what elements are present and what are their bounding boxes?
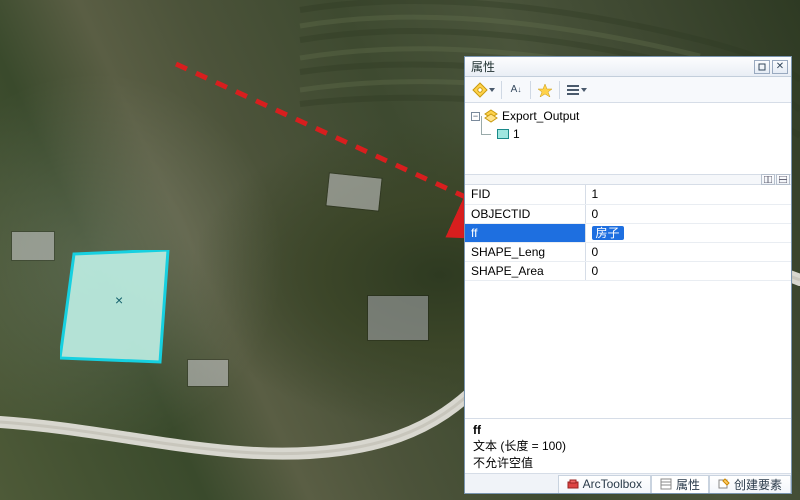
toolbar-separator: [559, 81, 560, 99]
categorize-button[interactable]: [469, 80, 498, 100]
building: [188, 360, 228, 386]
feature-icon: [497, 129, 509, 139]
tree-child-row[interactable]: 1: [471, 125, 785, 143]
info-field-name: ff: [473, 423, 783, 437]
table-row[interactable]: FID 1: [465, 185, 791, 204]
table-row-selected[interactable]: ff 房子: [465, 223, 791, 242]
grid-header-strip: [465, 175, 791, 185]
field-name: SHAPE_Leng: [465, 242, 585, 261]
tree-child-label: 1: [513, 127, 520, 141]
create-features-icon: [718, 478, 730, 490]
dock-tab-arctoolbox[interactable]: ArcToolbox: [558, 475, 651, 493]
field-value[interactable]: 0: [585, 261, 791, 280]
dock-tab-label: 属性: [676, 476, 700, 493]
panel-toolbar: A↓: [465, 77, 791, 103]
selection-centroid-mark: ×: [115, 292, 123, 308]
grid-mode-b-button[interactable]: [776, 174, 790, 185]
dock-tabstrip: ArcToolbox 属性 创建要素: [465, 473, 791, 493]
building: [12, 232, 54, 260]
fields-table[interactable]: FID 1 OBJECTID 0 ff 房子 SHAPE_Leng: [465, 185, 791, 281]
toolbar-separator: [530, 81, 531, 99]
info-field-nullability: 不允许空值: [473, 454, 783, 471]
tree-expander-icon[interactable]: −: [471, 112, 480, 121]
info-field-type: 文本 (长度 = 100): [473, 437, 783, 454]
panel-close-button[interactable]: ✕: [772, 60, 788, 74]
panel-pin-button[interactable]: [754, 60, 770, 74]
map-canvas[interactable]: × 属性 ✕ A↓: [0, 0, 800, 500]
tree-root-label: Export_Output: [502, 109, 579, 123]
field-name: ff: [465, 223, 585, 242]
dropdown-caret-icon: [489, 88, 495, 92]
layer-tree[interactable]: − Export_Output 1: [465, 103, 791, 175]
field-name: OBJECTID: [465, 204, 585, 223]
dock-tab-label: ArcToolbox: [583, 477, 642, 491]
grid-mode-a-button[interactable]: [761, 174, 775, 185]
building: [326, 173, 381, 210]
sort-az-button[interactable]: A↓: [505, 80, 527, 100]
table-row[interactable]: SHAPE_Area 0: [465, 261, 791, 280]
dock-tab-create-features[interactable]: 创建要素: [709, 475, 791, 493]
field-value[interactable]: 1: [585, 185, 791, 204]
dropdown-caret-icon: [581, 88, 587, 92]
dock-tab-properties[interactable]: 属性: [651, 475, 709, 493]
properties-panel: 属性 ✕ A↓: [464, 56, 792, 494]
tree-root-row[interactable]: − Export_Output: [471, 107, 785, 125]
options-button[interactable]: [563, 80, 590, 100]
field-value-editing[interactable]: 房子: [585, 223, 791, 242]
table-row[interactable]: OBJECTID 0: [465, 204, 791, 223]
properties-icon: [660, 478, 672, 490]
field-value[interactable]: 0: [585, 204, 791, 223]
toolbox-icon: [567, 478, 579, 490]
field-info: ff 文本 (长度 = 100) 不允许空值: [465, 418, 791, 473]
panel-title: 属性: [471, 57, 752, 77]
field-grid: FID 1 OBJECTID 0 ff 房子 SHAPE_Leng: [465, 175, 791, 418]
dock-tab-label: 创建要素: [734, 476, 782, 493]
selected-feature-polygon: [60, 250, 170, 366]
table-row[interactable]: SHAPE_Leng 0: [465, 242, 791, 261]
field-name: SHAPE_Area: [465, 261, 585, 280]
building: [368, 296, 428, 340]
field-name: FID: [465, 185, 585, 204]
panel-titlebar[interactable]: 属性 ✕: [465, 57, 791, 77]
field-value[interactable]: 0: [585, 242, 791, 261]
flash-feature-button[interactable]: [534, 80, 556, 100]
layer-icon: [484, 109, 498, 123]
toolbar-separator: [501, 81, 502, 99]
